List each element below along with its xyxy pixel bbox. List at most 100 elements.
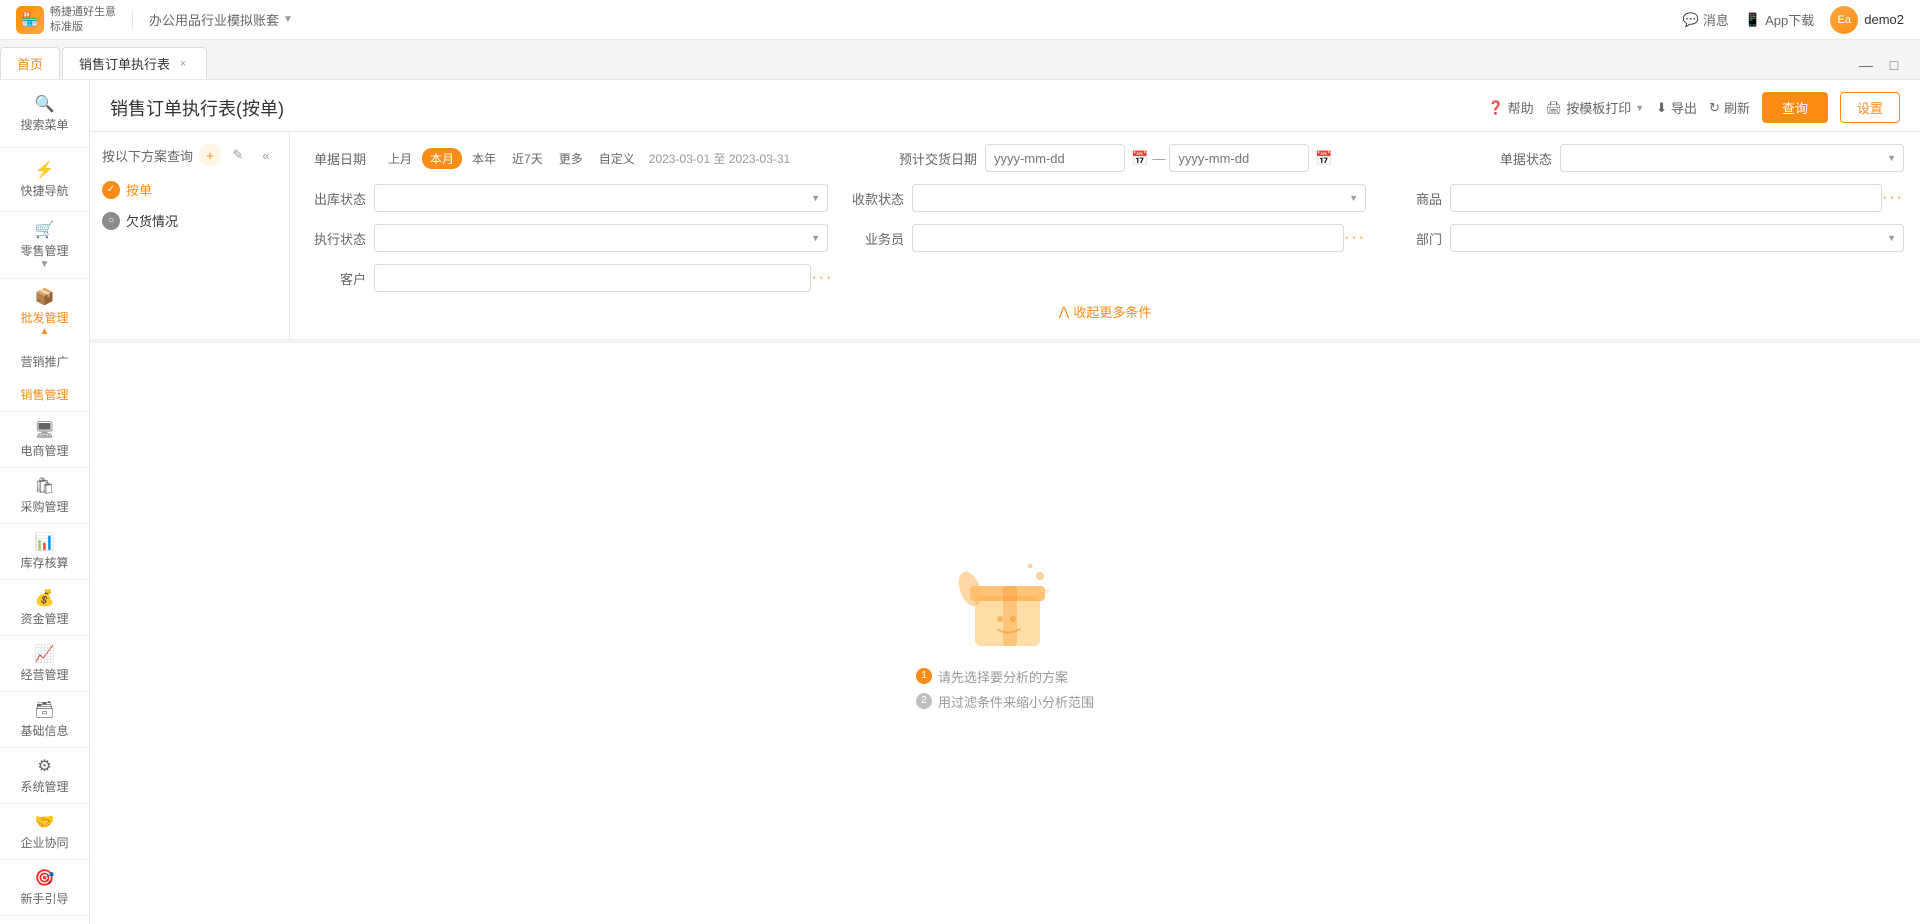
enterprise-icon: 🤝 (35, 812, 55, 832)
app-icon: 📱 (1745, 12, 1761, 28)
salesperson-input[interactable] (912, 224, 1344, 252)
sidebar-group-ecommerce: 🖥 电商管理 (0, 412, 89, 468)
retail-arrow-icon: ▼ (40, 259, 50, 270)
logo-area: 🏪 畅捷通好生意 标准版 (16, 5, 116, 34)
sidebar-item-operations[interactable]: 📈 经营管理 (0, 636, 89, 691)
hint-num-1: 1 (916, 668, 932, 684)
tab-minimize-button[interactable]: — (1856, 55, 1876, 75)
help-button[interactable]: ❓ 帮助 (1487, 98, 1533, 117)
tab-close-icon[interactable]: × (176, 57, 190, 71)
receipt-label: 收款状态 (844, 189, 904, 208)
message-button[interactable]: 💬 消息 (1683, 10, 1729, 29)
filter-row-4: 客户 ··· (306, 264, 1904, 292)
tab-sales-order[interactable]: 销售订单执行表 × (62, 47, 207, 79)
refresh-button[interactable]: ↻ 刷新 (1709, 98, 1750, 117)
filter-row-2: 出库状态 收款状态 (306, 184, 1904, 212)
operations-icon: 📈 (35, 644, 55, 664)
dept-select-wrap (1450, 224, 1904, 252)
breadcrumb[interactable]: 办公用品行业模拟账套 ▼ (149, 10, 293, 29)
receipt-select[interactable] (912, 184, 1366, 212)
add-plan-button[interactable]: + (199, 144, 221, 166)
sidebar-item-enterprise[interactable]: 🤝 企业协同 (0, 804, 89, 859)
sidebar-item-newbie[interactable]: 🎯 新手引导 (0, 860, 89, 915)
sidebar-item-search[interactable]: 🔍 搜索菜单 (8, 88, 81, 139)
breadcrumb-arrow-icon: ▼ (283, 14, 293, 25)
quick-nav-icon: ⚡ (35, 160, 55, 180)
topbar: 🏪 畅捷通好生意 标准版 办公用品行业模拟账套 ▼ 💬 消息 📱 App下载 E… (0, 0, 1920, 40)
page-title: 销售订单执行表(按单) (110, 95, 284, 121)
sidebar-item-quick-nav[interactable]: ⚡ 快捷导航 (4, 154, 85, 205)
user-info[interactable]: Ea demo2 (1830, 6, 1904, 34)
outstock-select[interactable] (374, 184, 828, 212)
sidebar-item-system[interactable]: ⚙ 系统管理 (0, 748, 89, 803)
print-button[interactable]: 🖨 按模板打印 ▼ (1546, 98, 1644, 117)
date-custom-button[interactable]: 自定义 (593, 148, 641, 169)
sidebar-item-basic[interactable]: 🗃 基础信息 (0, 692, 89, 747)
product-input[interactable] (1450, 184, 1882, 212)
settings-button[interactable]: 设置 (1840, 92, 1900, 123)
sidebar: 🔍 搜索菜单 ⚡ 快捷导航 🛒 零售管理 ▼ 📦 批发管理 ▲ (0, 80, 90, 924)
filter-main: 单据日期 上月 本月 本年 近7天 更多 自定义 20 (290, 132, 1920, 339)
docdate-label: 单据日期 (306, 149, 366, 168)
help-icon: ❓ (1487, 100, 1503, 116)
date-current-month-button[interactable]: 本月 (422, 148, 462, 169)
filter-plan-byorder[interactable]: ✓ 按单 (90, 174, 289, 205)
sidebar-item-ecommerce[interactable]: 🖥 电商管理 (0, 412, 89, 467)
empty-text-list: 1 请先选择要分析的方案 2 用过滤条件来缩小分析范围 (916, 667, 1094, 717)
sidebar-item-wholesale[interactable]: 📦 批发管理 ▲ (0, 279, 89, 345)
filter-field-docdate: 单据日期 上月 本月 本年 近7天 更多 自定义 20 (306, 148, 883, 169)
basic-icon: 🗃 (34, 700, 54, 720)
sidebar-group-system: ⚙ 系统管理 (0, 748, 89, 804)
docstatus-select[interactable] (1560, 144, 1904, 172)
tab-home[interactable]: 首页 (0, 47, 60, 79)
collapse-more-button[interactable]: ⋀ 收起更多条件 (306, 296, 1904, 327)
query-button[interactable]: 查询 (1762, 92, 1828, 123)
dept-select[interactable] (1450, 224, 1904, 252)
empty-illustration (955, 551, 1055, 651)
sidebar-group-inventory: 📊 库存核算 (0, 524, 89, 580)
sidebar-item-marketing[interactable]: 营销推广 (0, 345, 89, 378)
sidebar-item-apps[interactable]: 📲 应用中心 (0, 916, 89, 924)
receipt-select-wrap (912, 184, 1366, 212)
edit-plan-button[interactable]: ✎ (227, 144, 249, 166)
sidebar-item-retail[interactable]: 🛒 零售管理 ▼ (0, 212, 89, 278)
customer-dots-button[interactable]: ··· (811, 269, 833, 287)
sidebar-item-purchase[interactable]: 🛍 采购管理 (0, 468, 89, 523)
export-icon: ⬇ (1656, 100, 1667, 116)
filter-field-docstatus: 单据状态 (1492, 144, 1904, 172)
sidebar-group-purchase: 🛍 采购管理 (0, 468, 89, 524)
date-quick-btns: 上月 本月 本年 近7天 更多 自定义 (382, 148, 641, 169)
sidebar-group-retail: 🛒 零售管理 ▼ (0, 212, 89, 279)
avatar: Ea (1830, 6, 1858, 34)
date-range-text: 2023-03-01 至 2023-03-31 (649, 150, 790, 167)
calendar-start-icon[interactable]: 📅 (1131, 150, 1148, 167)
product-dots-button[interactable]: ··· (1882, 189, 1904, 207)
date-current-year-button[interactable]: 本年 (466, 148, 502, 169)
page-header: 销售订单执行表(按单) ❓ 帮助 🖨 按模板打印 ▼ ⬇ 导出 ↻ 刷新 (90, 80, 1920, 132)
outstock-select-wrap (374, 184, 828, 212)
customer-input[interactable] (374, 264, 811, 292)
filter-field-dept: 部门 (1382, 224, 1904, 252)
filter-field-salesperson: 业务员 ··· (844, 224, 1366, 252)
tab-maximize-button[interactable]: □ (1884, 55, 1904, 75)
app-download-button[interactable]: 📱 App下载 (1745, 10, 1814, 29)
execstatus-select[interactable] (374, 224, 828, 252)
export-button[interactable]: ⬇ 导出 (1656, 98, 1697, 117)
calendar-end-icon[interactable]: 📅 (1315, 150, 1332, 167)
date-last7-button[interactable]: 近7天 (506, 148, 549, 169)
date-prev-month-button[interactable]: 上月 (382, 148, 418, 169)
filter-sidebar-icons: + ✎ « (199, 144, 277, 166)
sidebar-item-finance[interactable]: 💰 资金管理 (0, 580, 89, 635)
empty-svg (955, 551, 1065, 661)
collapse-sidebar-button[interactable]: « (255, 144, 277, 166)
sidebar-item-sales[interactable]: 销售管理 (0, 378, 89, 411)
filter-plan-shortage[interactable]: ○ 欠货情况 (90, 205, 289, 236)
expected-date-start[interactable] (985, 144, 1125, 172)
salesperson-dots-button[interactable]: ··· (1344, 229, 1366, 247)
date-range-separator: — (1152, 151, 1165, 166)
sidebar-item-inventory[interactable]: 📊 库存核算 (0, 524, 89, 579)
expected-date-end[interactable] (1169, 144, 1309, 172)
finance-icon: 💰 (35, 588, 55, 608)
content-area: 销售订单执行表(按单) ❓ 帮助 🖨 按模板打印 ▼ ⬇ 导出 ↻ 刷新 (90, 80, 1920, 924)
date-more-button[interactable]: 更多 (553, 148, 589, 169)
